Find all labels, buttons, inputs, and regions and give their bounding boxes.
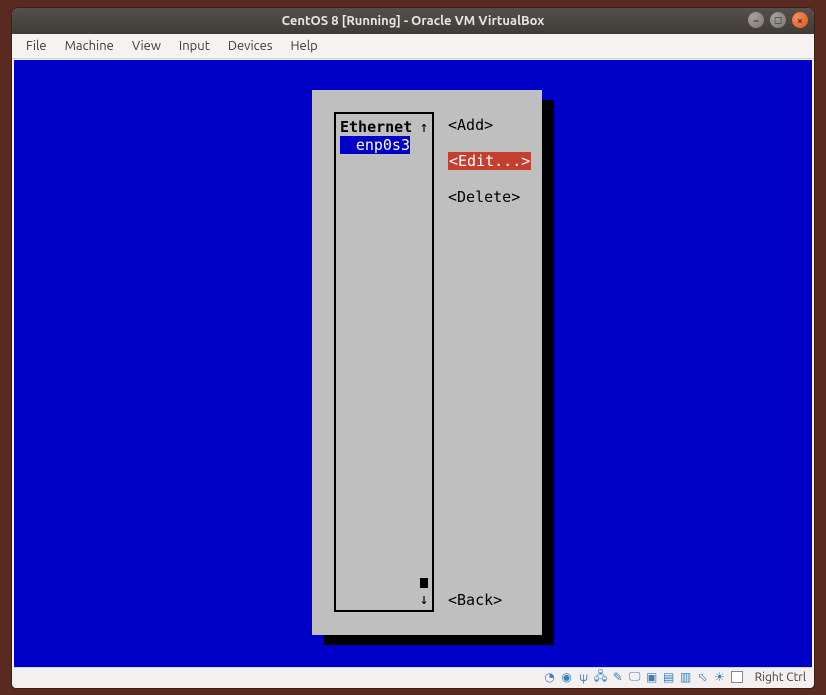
guest-display[interactable]: Ethernet enp0s3 ↑ ↓ <Add> <Edit...> <Del… (14, 60, 812, 668)
host-key-led (731, 671, 743, 683)
network-icon[interactable]: 🖧 (594, 670, 608, 684)
clipboard-icon[interactable]: ☀ (713, 670, 727, 684)
usb-icon[interactable]: ψ (577, 670, 591, 684)
scroll-up-icon[interactable]: ↑ (419, 118, 429, 134)
connection-selected-item[interactable]: enp0s3 (340, 136, 410, 154)
window-titlebar: CentOS 8 [Running] - Oracle VM VirtualBo… (12, 8, 814, 34)
listbox-scrollbar[interactable]: ↑ ↓ (419, 118, 429, 606)
menu-file[interactable]: File (18, 37, 55, 55)
edit-button[interactable]: <Edit...> (448, 152, 531, 170)
hard-disk-icon[interactable]: ◔ (543, 670, 557, 684)
optical-drive-icon[interactable]: ◉ (560, 670, 574, 684)
nmtui-dialog: Ethernet enp0s3 ↑ ↓ <Add> <Edit...> <Del… (312, 90, 542, 635)
minimize-button[interactable]: – (748, 12, 764, 28)
audio-icon[interactable]: ▤ (662, 670, 676, 684)
menu-devices[interactable]: Devices (220, 37, 281, 55)
display-icon[interactable]: 🖵 (628, 670, 642, 684)
menubar: File Machine View Input Devices Help (12, 34, 814, 59)
add-button[interactable]: <Add> (448, 116, 493, 134)
connection-type-header: Ethernet (340, 118, 412, 136)
menu-machine[interactable]: Machine (57, 37, 122, 55)
back-button[interactable]: <Back> (448, 591, 502, 609)
statusbar: ◔ ◉ ψ 🖧 ✎ 🖵 ▣ ▤ ▥ ⬁ ☀ Right Ctrl (14, 667, 812, 686)
scroll-thumb[interactable] (420, 578, 428, 588)
close-button[interactable]: × (792, 12, 808, 28)
delete-button[interactable]: <Delete> (448, 188, 520, 206)
menu-input[interactable]: Input (171, 37, 218, 55)
shared-folders-icon[interactable]: ✎ (611, 670, 625, 684)
window-controls: – ◻ × (748, 12, 808, 28)
maximize-button[interactable]: ◻ (770, 12, 786, 28)
connection-listbox[interactable]: Ethernet enp0s3 ↑ ↓ (334, 112, 434, 612)
recording-icon[interactable]: ▣ (645, 670, 659, 684)
scroll-down-icon[interactable]: ↓ (419, 590, 429, 606)
menu-view[interactable]: View (124, 37, 169, 55)
virtualbox-window: CentOS 8 [Running] - Oracle VM VirtualBo… (12, 8, 814, 688)
mouse-integration-icon[interactable]: ⬁ (696, 670, 710, 684)
window-title: CentOS 8 [Running] - Oracle VM VirtualBo… (282, 14, 545, 28)
menu-help[interactable]: Help (283, 37, 326, 55)
host-key-label: Right Ctrl (755, 671, 806, 684)
status-icons: ◔ ◉ ψ 🖧 ✎ 🖵 ▣ ▤ ▥ ⬁ ☀ (543, 670, 727, 684)
cpu-icon[interactable]: ▥ (679, 670, 693, 684)
